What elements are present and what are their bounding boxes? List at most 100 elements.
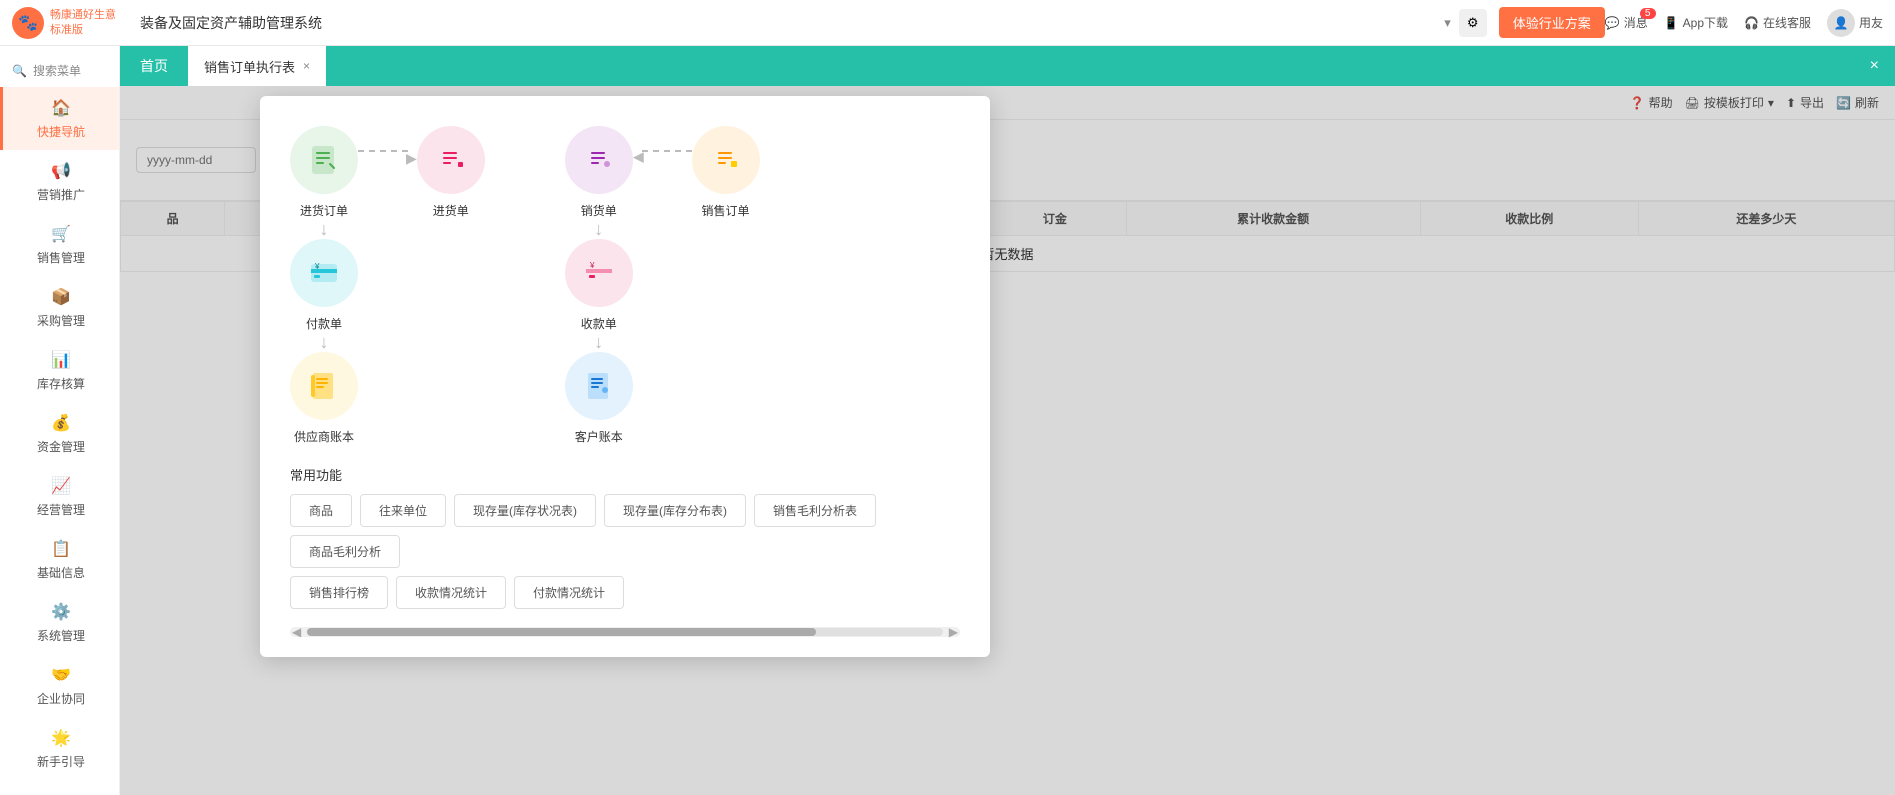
common-title: 常用功能 [290,465,960,484]
sidebar: 🔍 搜索菜单 🏠 快捷导航 📢 营销推广 🛒 销售管理 📦 采购管理 📊 库存核… [0,46,120,795]
flow-diagram: 进货订单 ↓ ¥ 付款单 ↓ [290,126,960,445]
sale-order-circle [692,126,760,194]
scrollbar-prev[interactable]: ◀ [290,625,303,639]
receipt-node[interactable]: ¥ 收款单 [565,239,633,332]
service-icon: 🎧 [1744,16,1759,30]
common-btn-stock-status[interactable]: 现存量(库存状况表) [454,494,596,527]
payment-circle: ¥ [290,239,358,307]
app-download-item[interactable]: 📱 App下载 [1664,14,1728,31]
common-btn-payment-stat[interactable]: 付款情况统计 [514,576,624,609]
logo-icon: 🐾 [12,7,44,39]
basic-label: 基础信息 [37,564,85,581]
collab-icon: 🤝 [50,664,72,686]
purchase-label: 采购管理 [37,312,85,329]
common-btn-receipt-stat[interactable]: 收款情况统计 [396,576,506,609]
tab-bar: 首页 销售订单执行表 × × [120,46,1895,86]
dropdown-icon[interactable]: ▾ [1444,15,1451,31]
supplier-account-label: 供应商账本 [294,428,354,445]
flow-col-right: 销售订单 [692,126,760,219]
common-btns-row1: 商品 往来单位 现存量(库存状况表) 现存量(库存分布表) 销售毛利分析表 商品… [290,494,960,568]
modal-overlay[interactable]: 进货订单 ↓ ¥ 付款单 ↓ [120,86,1895,795]
search-icon: 🔍 [12,64,27,78]
sidebar-item-operation[interactable]: 📈 经营管理 [0,465,119,528]
sidebar-search[interactable]: 🔍 搜索菜单 [0,54,119,87]
common-btn-sales-rank[interactable]: 销售排行榜 [290,576,388,609]
arrow-down-4: ↓ [594,332,603,352]
tab-bar-close[interactable]: × [1854,46,1895,86]
supplier-account-node[interactable]: 供应商账本 [290,352,358,445]
user-item[interactable]: 👤 用友 [1827,9,1883,37]
sale-bill-label: 销货单 [581,202,617,219]
online-service-item[interactable]: 🎧 在线客服 [1744,14,1811,31]
purchase-order-node[interactable]: 进货订单 [290,126,358,219]
sidebar-item-collab[interactable]: 🤝 企业协同 [0,654,119,717]
header-right: 💬 消息 5 📱 App下载 🎧 在线客服 👤 用友 [1605,9,1883,37]
modal-scrollbar: ◀ ▶ [290,627,960,637]
collab-label: 企业协同 [37,690,85,707]
sidebar-item-basic[interactable]: 📋 基础信息 [0,528,119,591]
operation-icon: 📈 [50,475,72,497]
sidebar-item-finance[interactable]: 💰 资金管理 [0,402,119,465]
user-name: 用友 [1859,14,1883,31]
settings-icon[interactable]: ⚙ [1459,9,1487,37]
flow-col-mid-left: 进货单 [417,126,485,219]
tab-sales-order[interactable]: 销售订单执行表 × [188,46,326,86]
arrow-down-1: ↓ [320,219,329,239]
common-btn-stock-dist[interactable]: 现存量(库存分布表) [604,494,746,527]
supplier-account-circle [290,352,358,420]
search-label: 搜索菜单 [33,62,81,79]
trial-button[interactable]: 体验行业方案 [1499,7,1605,38]
sale-bill-node[interactable]: 销货单 [565,126,633,219]
system-icon: ⚙️ [50,601,72,623]
customer-account-node[interactable]: 客户账本 [565,352,633,445]
scrollbar-track[interactable] [307,628,943,636]
sidebar-item-guide[interactable]: 🌟 新手引导 [0,717,119,780]
modal-box: 进货订单 ↓ ¥ 付款单 ↓ [260,96,990,657]
svg-text:¥: ¥ [589,261,595,270]
quick-nav-icon: 🏠 [50,97,72,119]
sale-bill-circle [565,126,633,194]
payment-node[interactable]: ¥ 付款单 [290,239,358,332]
receipt-circle: ¥ [565,239,633,307]
sidebar-item-purchase[interactable]: 📦 采购管理 [0,276,119,339]
purchase-bill-node[interactable]: 进货单 [417,126,485,219]
system-title: 装备及固定资产辅助管理系统 [140,13,1440,33]
sidebar-item-quick-nav[interactable]: 🏠 快捷导航 [0,87,119,150]
svg-text:¥: ¥ [314,262,320,271]
tab-close-icon[interactable]: × [303,59,310,73]
purchase-order-circle [290,126,358,194]
common-btn-product-profit[interactable]: 商品毛利分析 [290,535,400,568]
flow-col-mid-right: 销货单 ↓ ¥ 收款单 ↓ [565,126,633,445]
finance-icon: 💰 [50,412,72,434]
receipt-label: 收款单 [581,315,617,332]
sidebar-item-marketing[interactable]: 📢 营销推广 [0,150,119,213]
sale-order-label: 销售订单 [702,202,750,219]
message-item[interactable]: 💬 消息 5 [1605,14,1648,31]
marketing-label: 营销推广 [37,186,85,203]
quick-nav-label: 快捷导航 [37,123,85,140]
logo-area: 🐾 畅康通好生意 标准版 [12,7,132,39]
marketing-icon: 📢 [50,160,72,182]
purchase-bill-circle [417,126,485,194]
sidebar-item-sales[interactable]: 🛒 销售管理 [0,213,119,276]
customer-account-label: 客户账本 [575,428,623,445]
common-btn-product[interactable]: 商品 [290,494,352,527]
common-btn-sales-profit[interactable]: 销售毛利分析表 [754,494,876,527]
sidebar-item-system[interactable]: ⚙️ 系统管理 [0,591,119,654]
logo-text: 畅康通好生意 标准版 [50,8,116,37]
basic-icon: 📋 [50,538,72,560]
scrollbar-next[interactable]: ▶ [947,625,960,639]
tab-home[interactable]: 首页 [120,46,188,86]
arrow-down-3: ↓ [594,219,603,239]
main-layout: 🔍 搜索菜单 🏠 快捷导航 📢 营销推广 🛒 销售管理 📦 采购管理 📊 库存核… [0,46,1895,795]
sales-icon: 🛒 [50,223,72,245]
sales-label: 销售管理 [37,249,85,266]
sale-order-node[interactable]: 销售订单 [692,126,760,219]
guide-label: 新手引导 [37,753,85,770]
content-area: ❓ 帮助 🖨 按模板打印 ▾ ⬆ 导出 🔄 刷新 [120,86,1895,795]
online-service-label: 在线客服 [1763,14,1811,31]
common-btns-row2: 销售排行榜 收款情况统计 付款情况统计 [290,576,960,609]
common-btn-partners[interactable]: 往来单位 [360,494,446,527]
customer-account-circle [565,352,633,420]
sidebar-item-inventory[interactable]: 📊 库存核算 [0,339,119,402]
